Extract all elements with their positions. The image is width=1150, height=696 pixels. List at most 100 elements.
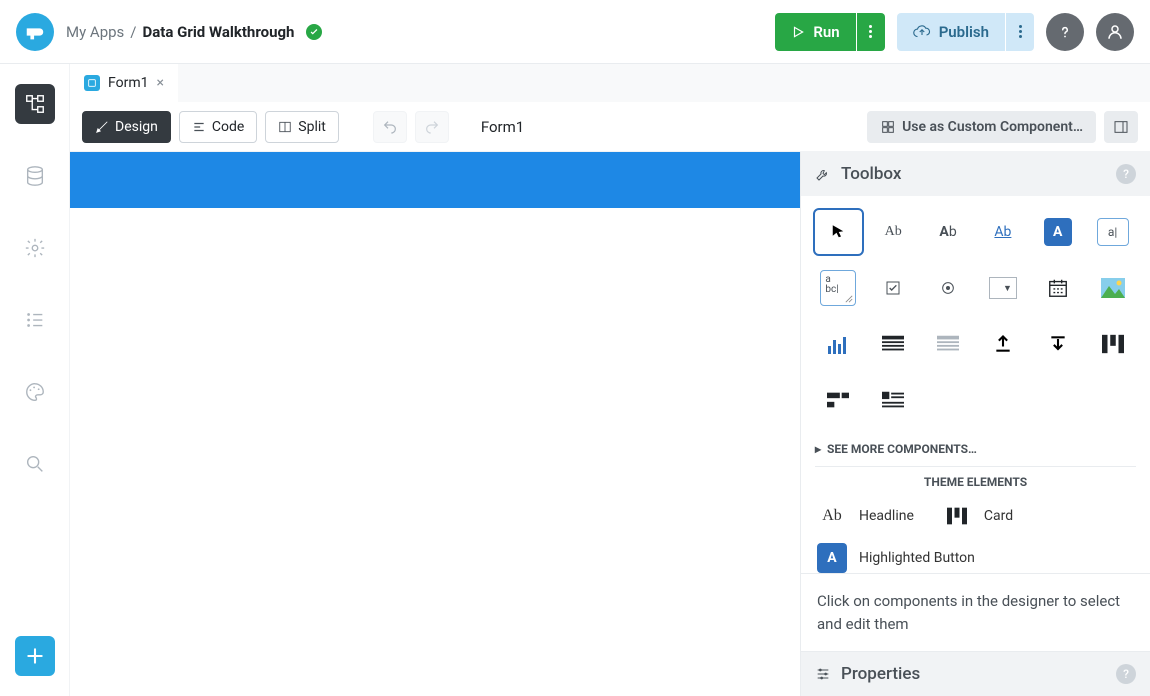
panel-toggle-button[interactable]	[1104, 111, 1138, 143]
undo-button[interactable]	[373, 111, 407, 143]
publish-button[interactable]: Publish	[897, 13, 1005, 51]
code-view-button[interactable]: Code	[179, 111, 257, 143]
form-icon	[84, 75, 100, 91]
tab-label: Form1	[108, 75, 148, 91]
wrench-icon	[815, 166, 831, 182]
properties-header[interactable]: Properties ?	[801, 652, 1150, 696]
theme-headline[interactable]: Ab Headline	[817, 501, 914, 531]
see-more-components[interactable]: ▸ SEE MORE COMPONENTS…	[815, 432, 1136, 467]
app-logo[interactable]	[16, 13, 54, 51]
tree-icon	[24, 93, 46, 115]
work-area: Form1 × Design Code Split	[70, 64, 1150, 696]
barchart-icon	[826, 334, 850, 354]
highlighted-button-icon: A	[817, 543, 847, 573]
tool-rich-text[interactable]	[870, 378, 917, 422]
redo-icon	[424, 119, 440, 135]
theme-card[interactable]: Card	[942, 501, 1013, 531]
code-label: Code	[212, 119, 244, 135]
tool-chart[interactable]	[815, 322, 862, 366]
design-view-button[interactable]: Design	[82, 111, 171, 143]
tool-pointer[interactable]	[815, 210, 862, 254]
download-icon	[1048, 334, 1068, 354]
breadcrumb-root[interactable]: My Apps	[66, 23, 124, 41]
resize-icon	[845, 295, 853, 303]
run-menu-button[interactable]	[857, 13, 885, 51]
rows-icon	[937, 335, 959, 353]
tab-form1[interactable]: Form1 ×	[70, 64, 178, 102]
custom-component-button[interactable]: Use as Custom Component…	[867, 111, 1096, 143]
tool-datepicker[interactable]	[1034, 266, 1081, 310]
theme-card-label: Card	[984, 508, 1013, 524]
nav-outline[interactable]	[15, 300, 55, 340]
nav-add[interactable]	[15, 636, 55, 676]
run-button-group: Run	[775, 13, 884, 51]
upload-icon	[993, 334, 1013, 354]
design-canvas[interactable]	[70, 152, 800, 696]
tool-button[interactable]: A	[1034, 210, 1081, 254]
tool-label[interactable]: Ab	[870, 210, 917, 254]
theme-elements-heading: THEME ELEMENTS	[815, 467, 1136, 497]
tool-link[interactable]: Ab	[979, 210, 1026, 254]
nav-theme[interactable]	[15, 372, 55, 412]
run-label: Run	[813, 23, 839, 41]
app-title[interactable]: Data Grid Walkthrough	[143, 23, 295, 41]
tool-repeating-panel[interactable]	[925, 322, 972, 366]
tool-textbox[interactable]: a|	[1097, 218, 1129, 246]
nav-settings[interactable]	[15, 228, 55, 268]
design-label: Design	[115, 119, 158, 135]
calendar-icon	[1047, 277, 1069, 299]
tool-file-upload[interactable]	[979, 322, 1026, 366]
checkbox-icon	[885, 280, 901, 296]
breadcrumb: My Apps / Data Grid Walkthrough	[66, 23, 322, 41]
lines-icon	[192, 120, 206, 134]
close-icon[interactable]: ×	[156, 75, 163, 91]
tool-column-panel[interactable]	[1089, 322, 1136, 366]
anvil-icon	[24, 21, 46, 43]
toolbox-grid: Ab Ab Ab A a| abc|	[815, 210, 1136, 422]
grid-icon	[882, 335, 904, 353]
tool-data-grid[interactable]	[870, 322, 917, 366]
tool-bold-label[interactable]: Ab	[925, 210, 972, 254]
cloud-upload-icon	[913, 23, 931, 41]
component-icon	[880, 119, 896, 135]
form-name-label: Form1	[481, 118, 524, 136]
see-more-label: SEE MORE COMPONENTS…	[827, 442, 977, 456]
tool-image[interactable]	[1089, 266, 1136, 310]
sliders-icon	[815, 666, 831, 682]
toolbox-title: Toolbox	[841, 164, 901, 184]
tool-checkbox[interactable]	[870, 266, 917, 310]
main: Form1 × Design Code Split	[0, 64, 1150, 696]
split-view-button[interactable]: Split	[265, 111, 339, 143]
tool-textarea[interactable]: abc|	[820, 270, 856, 306]
dots-vertical-icon	[1019, 25, 1022, 38]
split-icon	[278, 120, 292, 134]
theme-highlighted-button[interactable]: A Highlighted Button	[817, 543, 1134, 573]
toolbox-help-button[interactable]: ?	[1116, 164, 1136, 184]
breadcrumb-sep: /	[130, 23, 136, 41]
columns-icon	[1102, 334, 1124, 354]
radio-icon	[940, 280, 956, 296]
toolbox-body: Ab Ab Ab A a| abc|	[801, 196, 1150, 574]
cursor-send-icon	[95, 120, 109, 134]
palette-icon	[24, 381, 46, 403]
top-bar: My Apps / Data Grid Walkthrough Run Publ…	[0, 0, 1150, 64]
help-button[interactable]	[1046, 13, 1084, 51]
publish-menu-button[interactable]	[1006, 13, 1034, 51]
right-panel: Toolbox ? Ab Ab Ab A a|	[800, 152, 1150, 696]
theme-headline-label: Headline	[859, 508, 914, 524]
tool-radio[interactable]	[925, 266, 972, 310]
split-label: Split	[298, 119, 326, 135]
user-icon	[1106, 23, 1124, 41]
run-button[interactable]: Run	[775, 13, 855, 51]
nav-search[interactable]	[15, 444, 55, 484]
properties-help-button[interactable]: ?	[1116, 664, 1136, 684]
redo-button[interactable]	[415, 111, 449, 143]
tool-dropdown[interactable]: ▼	[979, 266, 1026, 310]
tool-download[interactable]	[1034, 322, 1081, 366]
nav-database[interactable]	[15, 156, 55, 196]
tool-flow-panel[interactable]	[815, 378, 862, 422]
canvas-body[interactable]	[125, 152, 800, 696]
account-button[interactable]	[1096, 13, 1134, 51]
nav-app-structure[interactable]	[15, 84, 55, 124]
chevron-right-icon: ▸	[815, 442, 821, 456]
